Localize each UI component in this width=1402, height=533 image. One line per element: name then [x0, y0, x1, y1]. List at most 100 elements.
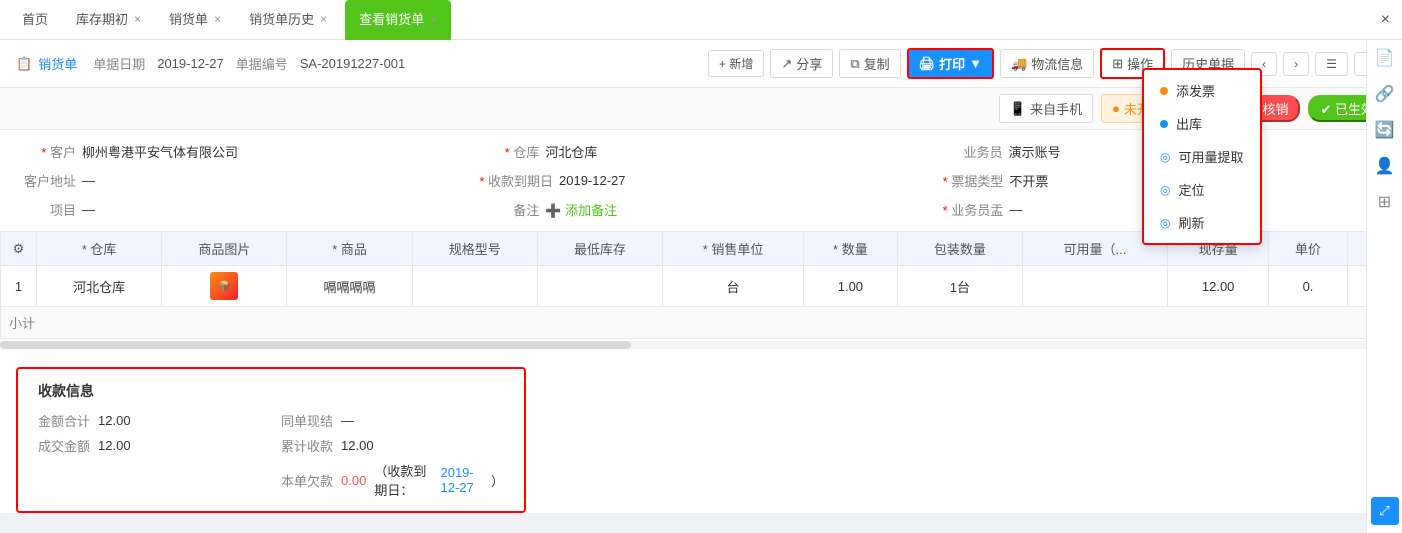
transaction-item: 成交金额 12.00: [38, 436, 261, 455]
nav-next-button[interactable]: ›: [1283, 52, 1309, 76]
dropdown-refresh-label: 刷新: [1178, 213, 1204, 232]
remark-add-button[interactable]: ➕ 添加备注: [545, 200, 617, 219]
dropdown-add-invoice-label: 添发票: [1176, 81, 1215, 100]
from-phone-button[interactable]: 📱 来自手机: [999, 94, 1093, 123]
row-current-stock: 12.00: [1167, 266, 1269, 307]
warehouse-field: 仓库 河北仓库: [479, 142, 922, 161]
col-warehouse: * 仓库: [37, 232, 162, 266]
dropdown-add-invoice[interactable]: 添发票: [1144, 74, 1260, 107]
address-field: 客户地址 —: [16, 171, 459, 190]
row-available: [1022, 266, 1167, 307]
sidebar-layers-icon[interactable]: ⊞: [1378, 192, 1391, 212]
sidebar-document-icon[interactable]: 📄: [1375, 48, 1395, 68]
form-header-right: + 新增 ↗ 分享 ⧉ 复制 🖨 打印 ▼ 🚚 物流信息 ⊞ 操作: [708, 48, 1386, 79]
dropdown-locate-label: 定位: [1178, 180, 1204, 199]
project-label: 项目: [16, 200, 76, 219]
dropdown-refresh[interactable]: ◎ 刷新: [1144, 206, 1260, 239]
col-spec: 规格型号: [412, 232, 537, 266]
customer-label: 客户: [16, 142, 76, 161]
extract-icon: ◎: [1160, 150, 1170, 164]
same-order-item: 同单现结 —: [281, 411, 504, 430]
tab-view-sales-close[interactable]: ×: [430, 12, 437, 26]
balance-label: 本单欠款: [281, 471, 333, 490]
tab-inventory[interactable]: 库存期初 ×: [62, 0, 155, 40]
warehouse-value: 河北仓库: [545, 142, 597, 161]
doc-no-label: 单据编号: [236, 54, 288, 73]
sidebar-person-icon[interactable]: 👤: [1375, 156, 1395, 176]
sidebar-rotate-icon[interactable]: 🔄: [1375, 120, 1395, 140]
right-sidebar: 📄 🔗 🔄 👤 ⊞ ⤢: [1366, 40, 1402, 533]
operation-grid-icon: ⊞: [1112, 56, 1123, 72]
form-title-text: 销货单: [38, 54, 77, 73]
staff-value: 演示账号: [1009, 142, 1061, 161]
same-order-value: —: [341, 413, 354, 428]
col-quantity: * 数量: [804, 232, 898, 266]
balance-item: 本单欠款 0.00 （收款到期日： 2019-12-27 ）: [281, 461, 504, 499]
add-invoice-dot: [1160, 87, 1168, 95]
window-close-button[interactable]: ×: [1381, 11, 1390, 29]
data-table-wrapper: ⚙ * 仓库 商品图片 * 商品 规格型号 最低库存 * 销售单位 * 数量 包…: [0, 231, 1402, 351]
staff2-label: 业务员盂: [943, 200, 1004, 219]
tab-inventory-close[interactable]: ×: [134, 12, 141, 26]
form-header-left: 📋 销货单 单据日期 2019-12-27 单据编号 SA-20191227-0…: [16, 54, 405, 73]
summary-box: 收款信息 金额合计 12.00 同单现结 — 成交金额 12.00 累计收款 1…: [16, 367, 526, 513]
remark-label: 备注: [479, 200, 539, 219]
date-value: 2019-12-27: [157, 56, 224, 71]
print-dropdown-icon: ▼: [969, 56, 982, 71]
share-button[interactable]: ↗ 分享: [770, 49, 833, 78]
row-spec: [412, 266, 537, 307]
col-gear: ⚙: [1, 232, 37, 266]
sidebar-expand-button[interactable]: ⤢: [1371, 497, 1399, 525]
tab-sales-history-close[interactable]: ×: [320, 12, 327, 26]
tab-home[interactable]: 首页: [8, 0, 62, 40]
total-amount-item: 金额合计 12.00: [38, 411, 261, 430]
subtotal-label: 小计: [1, 307, 1402, 339]
row-price: 0.: [1269, 266, 1347, 307]
col-price: 单价: [1269, 232, 1347, 266]
tab-view-sales[interactable]: 查看销货单 ×: [345, 0, 451, 40]
dropdown-extract-label: 可用量提取: [1178, 147, 1243, 166]
operation-dropdown: 添发票 出库 ◎ 可用量提取 ◎ 定位 ◎ 刷新: [1142, 68, 1262, 245]
already-effective-icon: ✔: [1320, 102, 1331, 117]
staff2-value: —: [1009, 202, 1022, 217]
tab-view-sales-label: 查看销货单: [359, 9, 424, 28]
balance-date: 2019-12-27: [440, 465, 483, 495]
print-button[interactable]: 🖨 打印 ▼: [907, 48, 994, 79]
row-quantity: 1.00: [804, 266, 898, 307]
row-pack-qty: 1台: [897, 266, 1022, 307]
row-product: 嗝嗝嗝嗝: [287, 266, 412, 307]
dropdown-locate[interactable]: ◎ 定位: [1144, 173, 1260, 206]
share-icon: ↗: [781, 56, 792, 72]
refresh-icon: ◎: [1160, 216, 1170, 230]
tab-sales[interactable]: 销货单 ×: [155, 0, 235, 40]
invoice-type-value: 不开票: [1009, 171, 1048, 190]
tab-sales-history-label: 销货单历史: [249, 9, 314, 28]
col-image: 商品图片: [162, 232, 287, 266]
remark-field: 备注 ➕ 添加备注: [479, 200, 922, 219]
row-min-stock: [537, 266, 662, 307]
transaction-value: 12.00: [98, 438, 131, 453]
dropdown-outbound[interactable]: 出库: [1144, 107, 1260, 140]
payment-date-value: 2019-12-27: [559, 173, 626, 188]
tab-inventory-label: 库存期初: [76, 9, 128, 28]
dropdown-outbound-label: 出库: [1176, 114, 1202, 133]
form-meta: 单据日期 2019-12-27 单据编号 SA-20191227-001: [93, 54, 405, 73]
copy-button[interactable]: ⧉ 复制: [839, 49, 900, 78]
logistics-button[interactable]: 🚚 物流信息: [1000, 49, 1094, 78]
tab-sales-close[interactable]: ×: [214, 12, 221, 26]
sidebar-link-icon[interactable]: 🔗: [1375, 84, 1395, 104]
logistics-icon: 🚚: [1011, 56, 1027, 72]
add-button[interactable]: + 新增: [708, 50, 764, 77]
row-warehouse: 河北仓库: [37, 266, 162, 307]
row-image: 📦: [162, 266, 287, 307]
outbound-dot: [1160, 120, 1168, 128]
project-field: 项目 —: [16, 200, 459, 219]
row-sales-unit: 台: [663, 266, 804, 307]
address-value: —: [82, 173, 95, 188]
balance-note: （收款到期日：: [374, 461, 432, 499]
tab-sales-history[interactable]: 销货单历史 ×: [235, 0, 341, 40]
list-view-button[interactable]: ☰: [1315, 52, 1348, 76]
dropdown-extract[interactable]: ◎ 可用量提取: [1144, 140, 1260, 173]
address-label: 客户地址: [16, 171, 76, 190]
date-label: 单据日期: [93, 54, 145, 73]
